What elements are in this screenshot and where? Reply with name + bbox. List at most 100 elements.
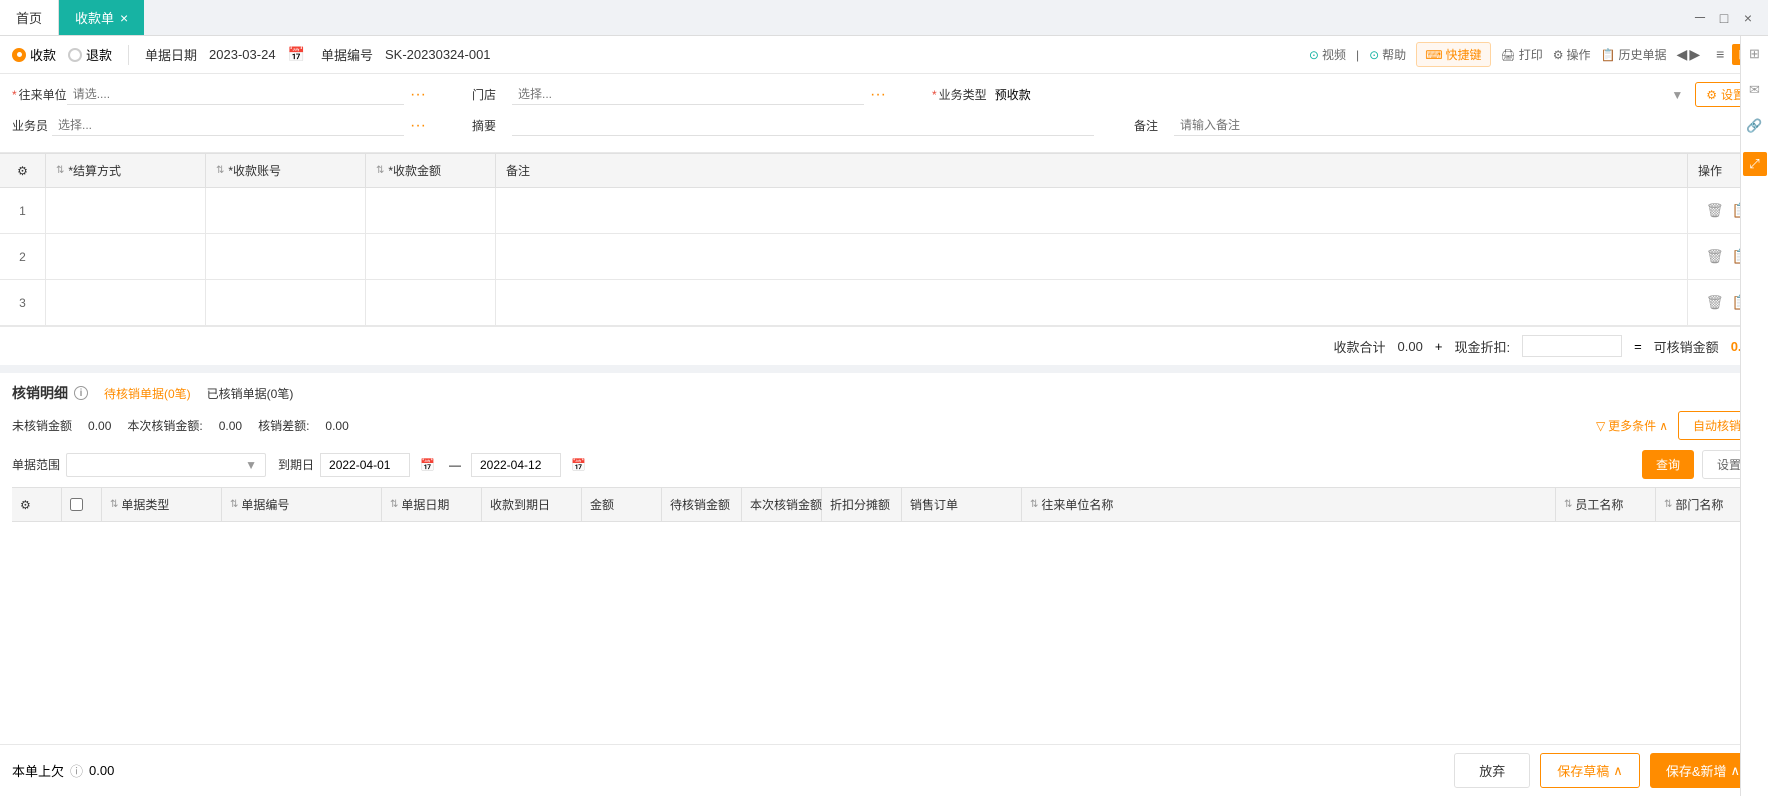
- verify-section: 核销明细 i 待核销单据(0笔) 已核销单据(0笔) 未核销金额 0.00 本次…: [0, 365, 1768, 744]
- th-amount-label: *收款金额: [388, 162, 441, 179]
- th-remark: 备注: [496, 154, 1688, 187]
- th-settlement: ⇅ *结算方式: [46, 154, 206, 187]
- row3-amount[interactable]: [366, 280, 496, 325]
- info-icon[interactable]: i: [74, 386, 88, 400]
- store-more-icon[interactable]: ···: [864, 86, 892, 104]
- operation-btn[interactable]: ⚙ 操作: [1553, 46, 1591, 63]
- bottom-info: 本单上欠 ⓘ 0.00: [12, 761, 114, 780]
- store-input[interactable]: [512, 84, 864, 105]
- query-button[interactable]: 查询: [1642, 450, 1694, 479]
- salesperson-more-icon[interactable]: ···: [404, 117, 432, 135]
- sidebar-email-icon[interactable]: ✉: [1745, 80, 1765, 100]
- discard-button[interactable]: 放弃: [1454, 753, 1530, 788]
- tab-home[interactable]: 首页: [0, 0, 59, 35]
- th-settings[interactable]: ⚙: [0, 154, 46, 187]
- bth-discount: 折扣分摊额: [822, 488, 902, 521]
- date-value: 2023-03-24: [209, 47, 276, 62]
- row3-remark[interactable]: [496, 280, 1688, 325]
- row1-amount[interactable]: [366, 188, 496, 233]
- bth-employee: ⇅ 员工名称: [1556, 488, 1656, 521]
- remark-input[interactable]: [1174, 115, 1756, 136]
- calendar-icon-to[interactable]: 📅: [571, 458, 586, 472]
- more-conditions-btn[interactable]: ▽ 更多条件 ∧: [1596, 417, 1668, 434]
- discount-input[interactable]: [1522, 335, 1622, 357]
- pending-tab[interactable]: 待核销单据(0笔): [104, 385, 191, 402]
- select-all-checkbox[interactable]: [70, 498, 83, 511]
- row2-amount[interactable]: [366, 234, 496, 279]
- filter-icon: ▽: [1596, 419, 1605, 433]
- this-order-info-icon[interactable]: ⓘ: [70, 761, 83, 780]
- calendar-icon-from[interactable]: 📅: [420, 458, 435, 472]
- next-arrow[interactable]: ▶: [1689, 46, 1700, 63]
- calendar-icon[interactable]: 📅: [288, 46, 305, 63]
- row1-remark[interactable]: [496, 188, 1688, 233]
- sidebar-link-icon[interactable]: 🔗: [1745, 116, 1765, 136]
- bth-settings[interactable]: ⚙: [12, 488, 62, 521]
- tab-receipt[interactable]: 收款单 ×: [59, 0, 144, 35]
- prev-arrow[interactable]: ◀: [1677, 46, 1688, 63]
- keyboard-icon: ⌨: [1425, 48, 1442, 62]
- range-select[interactable]: ▼: [66, 453, 266, 477]
- biz-dropdown-arrow[interactable]: ▼: [1671, 88, 1683, 102]
- receipt-refund-toggle: 收款 退款: [12, 45, 112, 64]
- discount-label: 现金折扣:: [1454, 337, 1510, 356]
- help-icon: ⊙: [1369, 48, 1379, 62]
- row2-num: 2: [0, 234, 46, 279]
- remark-label: 备注: [1134, 117, 1174, 134]
- delete-icon-3[interactable]: 🗑: [1706, 294, 1724, 311]
- list-view-btn[interactable]: ≡: [1710, 44, 1730, 65]
- total-value: 0.00: [1398, 339, 1423, 354]
- save-draft-button[interactable]: 保存草稿 ∧: [1540, 753, 1640, 788]
- operation-icon: ⚙: [1553, 48, 1564, 62]
- verifiable-label: 可核销金额: [1654, 337, 1719, 356]
- help-btn[interactable]: ⊙ 帮助: [1369, 46, 1406, 63]
- row3-settlement[interactable]: [46, 280, 206, 325]
- print-btn[interactable]: 🖨 打印: [1501, 46, 1543, 63]
- save-new-arrow-icon: ∧: [1730, 763, 1740, 779]
- bth-checkbox[interactable]: [62, 488, 102, 521]
- window-controls: － □ ×: [1692, 10, 1768, 26]
- done-tab[interactable]: 已核销单据(0笔): [207, 385, 294, 402]
- tab-bar: 首页 收款单 × － □ ×: [0, 0, 1768, 36]
- due-to-input[interactable]: [471, 453, 561, 477]
- delete-icon-2[interactable]: 🗑: [1706, 248, 1724, 265]
- row1-account[interactable]: [206, 188, 366, 233]
- row2-settlement[interactable]: [46, 234, 206, 279]
- due-from-input[interactable]: [320, 453, 410, 477]
- row2-remark[interactable]: [496, 234, 1688, 279]
- shortcut-btn[interactable]: ⌨ 快捷键: [1416, 42, 1490, 67]
- sort-icon: ⇅: [56, 165, 64, 176]
- minimize-button[interactable]: －: [1692, 10, 1708, 26]
- salesperson-input[interactable]: [52, 115, 404, 136]
- receipt-radio[interactable]: 收款: [12, 45, 56, 64]
- history-btn[interactable]: 📋 历史单据: [1601, 46, 1667, 63]
- table-row: 3 🗑 📋: [0, 280, 1768, 326]
- uncanceled-label: 未核销金额: [12, 417, 72, 434]
- row2-account[interactable]: [206, 234, 366, 279]
- operation-label: 操作: [1567, 46, 1591, 63]
- sidebar-table-icon[interactable]: ⊞: [1745, 44, 1765, 64]
- date-field: 单据日期 2023-03-24 📅: [145, 45, 305, 64]
- summary-input[interactable]: [512, 115, 1094, 136]
- video-icon: ⊙: [1309, 48, 1319, 62]
- sidebar-expand-icon[interactable]: ⤢: [1743, 152, 1767, 176]
- range-dropdown-arrow: ▼: [245, 458, 257, 472]
- maximize-button[interactable]: □: [1716, 10, 1732, 26]
- number-label: 单据编号: [321, 45, 373, 64]
- bth-due-date: 收款到期日: [482, 488, 582, 521]
- bottom-bar: 本单上欠 ⓘ 0.00 放弃 保存草稿 ∧ 保存&新增 ∧: [0, 744, 1768, 796]
- row1-settlement[interactable]: [46, 188, 206, 233]
- counterpart-input[interactable]: [67, 84, 404, 105]
- video-btn[interactable]: ⊙ 视频: [1309, 46, 1346, 63]
- counterpart-more-icon[interactable]: ···: [404, 86, 432, 104]
- delete-icon-1[interactable]: 🗑: [1706, 202, 1724, 219]
- refund-radio[interactable]: 退款: [68, 45, 112, 64]
- biz-value: 预收款: [995, 86, 1031, 103]
- this-time-value: 0.00: [219, 419, 242, 433]
- help-label: 帮助: [1382, 46, 1406, 63]
- close-window-button[interactable]: ×: [1740, 10, 1756, 26]
- row3-account[interactable]: [206, 280, 366, 325]
- toolbar-divider-1: [128, 45, 129, 65]
- biz-label: 业务类型: [939, 86, 987, 103]
- close-icon[interactable]: ×: [120, 10, 128, 26]
